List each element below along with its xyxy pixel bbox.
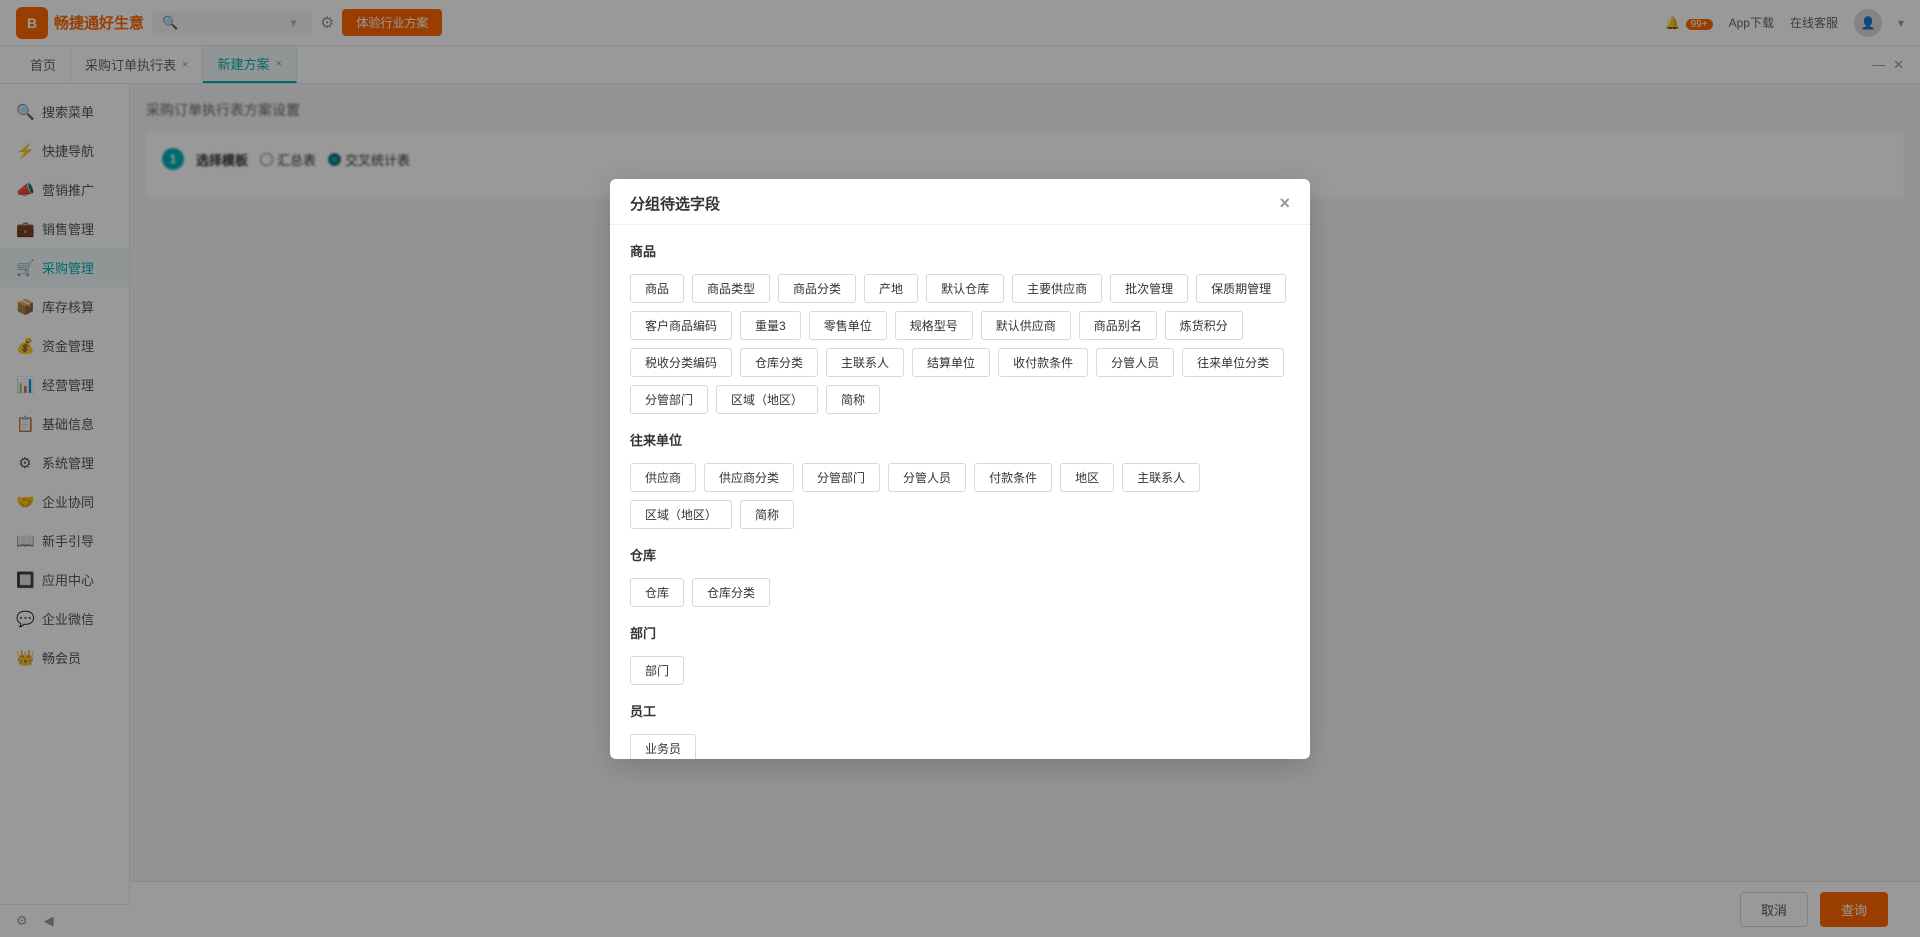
field-salesperson[interactable]: 业务员 <box>630 734 696 759</box>
section-employee: 员工 业务员 <box>630 701 1290 759</box>
section-partner-title: 往来单位 <box>630 430 1290 453</box>
section-partner-fields: 供应商 供应商分类 分管部门 分管人员 付款条件 地区 主联系人 区域（地区） … <box>630 463 1290 529</box>
field-goods[interactable]: 商品 <box>630 274 684 303</box>
field-origin[interactable]: 产地 <box>864 274 918 303</box>
field-spec-type[interactable]: 规格型号 <box>895 311 973 340</box>
modal-overlay: 分组待选字段 × 商品 商品 商品类型 商品分类 产地 默认仓库 主要供应商 批… <box>0 0 1920 937</box>
field-payment-cond[interactable]: 付款条件 <box>974 463 1052 492</box>
field-dept[interactable]: 分管部门 <box>630 385 708 414</box>
field-abbr-goods[interactable]: 简称 <box>826 385 880 414</box>
field-goods-category[interactable]: 商品分类 <box>778 274 856 303</box>
section-warehouse-title: 仓库 <box>630 545 1290 568</box>
field-partner-category[interactable]: 往来单位分类 <box>1182 348 1284 377</box>
field-partner-contact[interactable]: 主联系人 <box>1122 463 1200 492</box>
field-tax-code[interactable]: 税收分类编码 <box>630 348 732 377</box>
field-partner-manager[interactable]: 分管人员 <box>888 463 966 492</box>
section-warehouse-fields: 仓库 仓库分类 <box>630 578 1290 607</box>
section-department-fields: 部门 <box>630 656 1290 685</box>
field-partner-dept[interactable]: 分管部门 <box>802 463 880 492</box>
field-default-warehouse[interactable]: 默认仓库 <box>926 274 1004 303</box>
field-area[interactable]: 地区 <box>1060 463 1114 492</box>
section-warehouse: 仓库 仓库 仓库分类 <box>630 545 1290 607</box>
field-weight3[interactable]: 重量3 <box>740 311 801 340</box>
field-main-supplier[interactable]: 主要供应商 <box>1012 274 1102 303</box>
field-supplier[interactable]: 供应商 <box>630 463 696 492</box>
field-batch-manage[interactable]: 批次管理 <box>1110 274 1188 303</box>
modal-title: 分组待选字段 <box>630 193 720 214</box>
field-points[interactable]: 炼货积分 <box>1165 311 1243 340</box>
field-goods-type[interactable]: 商品类型 <box>692 274 770 303</box>
modal-body[interactable]: 商品 商品 商品类型 商品分类 产地 默认仓库 主要供应商 批次管理 保质期管理… <box>610 225 1310 759</box>
field-settlement-unit[interactable]: 结算单位 <box>912 348 990 377</box>
field-payment-terms[interactable]: 收付款条件 <box>998 348 1088 377</box>
section-employee-title: 员工 <box>630 701 1290 724</box>
field-select-modal: 分组待选字段 × 商品 商品 商品类型 商品分类 产地 默认仓库 主要供应商 批… <box>610 179 1310 759</box>
section-goods-fields: 商品 商品类型 商品分类 产地 默认仓库 主要供应商 批次管理 保质期管理 客户… <box>630 274 1290 414</box>
field-main-contact[interactable]: 主联系人 <box>826 348 904 377</box>
field-warehouse-category[interactable]: 仓库分类 <box>740 348 818 377</box>
field-expiry-manage[interactable]: 保质期管理 <box>1196 274 1286 303</box>
field-retail-unit[interactable]: 零售单位 <box>809 311 887 340</box>
field-goods-alias[interactable]: 商品别名 <box>1079 311 1157 340</box>
section-department-title: 部门 <box>630 623 1290 646</box>
field-customer-code[interactable]: 客户商品编码 <box>630 311 732 340</box>
field-supplier-category[interactable]: 供应商分类 <box>704 463 794 492</box>
modal-header: 分组待选字段 × <box>610 179 1310 225</box>
field-abbr-partner[interactable]: 简称 <box>740 500 794 529</box>
field-region-goods[interactable]: 区域（地区） <box>716 385 818 414</box>
field-manager[interactable]: 分管人员 <box>1096 348 1174 377</box>
modal-close-button[interactable]: × <box>1279 193 1290 214</box>
section-employee-fields: 业务员 <box>630 734 1290 759</box>
field-warehouse[interactable]: 仓库 <box>630 578 684 607</box>
field-default-supplier[interactable]: 默认供应商 <box>981 311 1071 340</box>
section-goods-title: 商品 <box>630 241 1290 264</box>
section-partner: 往来单位 供应商 供应商分类 分管部门 分管人员 付款条件 地区 主联系人 区域… <box>630 430 1290 529</box>
field-region-partner[interactable]: 区域（地区） <box>630 500 732 529</box>
section-goods: 商品 商品 商品类型 商品分类 产地 默认仓库 主要供应商 批次管理 保质期管理… <box>630 241 1290 414</box>
field-warehouse-cat[interactable]: 仓库分类 <box>692 578 770 607</box>
section-department: 部门 部门 <box>630 623 1290 685</box>
field-department[interactable]: 部门 <box>630 656 684 685</box>
